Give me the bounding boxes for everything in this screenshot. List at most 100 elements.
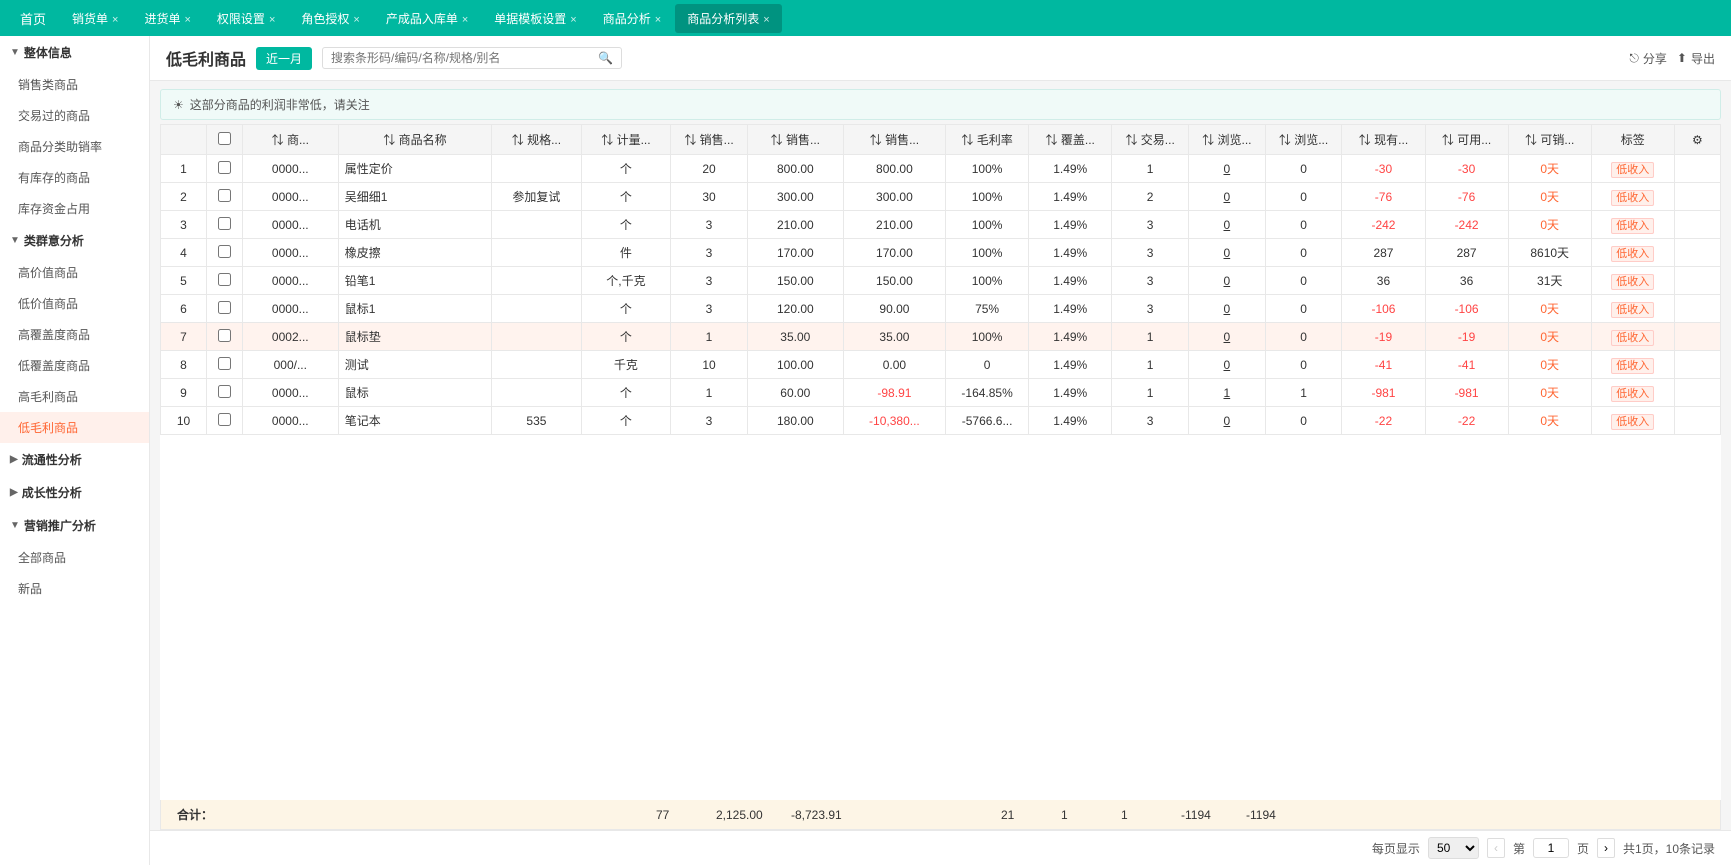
cell-view1[interactable]: 0 [1188, 351, 1265, 379]
cell-stock1: -242 [1342, 211, 1425, 239]
sidebar-item-low-margin[interactable]: 低毛利商品 [0, 412, 149, 443]
search-input[interactable] [331, 51, 598, 65]
share-button[interactable]: ⎋ 分享 [1629, 50, 1667, 67]
cell-actions [1674, 211, 1720, 239]
sort-icon: ⇅ [961, 133, 973, 147]
sidebar-item-new-products[interactable]: 新品 [0, 573, 149, 604]
cell-view1[interactable]: 0 [1188, 211, 1265, 239]
row-checkbox[interactable] [218, 161, 231, 174]
nav-purchase-order[interactable]: 进货单× [132, 4, 202, 33]
cell-coverage: 1.49% [1029, 267, 1112, 295]
cell-check[interactable] [207, 183, 243, 211]
cell-view1[interactable]: 1 [1188, 379, 1265, 407]
nav-home[interactable]: 首页 [8, 3, 58, 34]
footer-total-label: 合计： [177, 806, 257, 823]
row-checkbox[interactable] [218, 413, 231, 426]
nav-product-analysis-list[interactable]: 商品分析列表× [675, 4, 781, 33]
sidebar-group-liquidity[interactable]: ▶ 流通性分析 [0, 443, 149, 476]
footer-sales-qty: 77 [656, 808, 716, 822]
cell-view1[interactable]: 0 [1188, 295, 1265, 323]
cell-sales-price: 120.00 [747, 295, 843, 323]
page-size-select[interactable]: 50 100 200 [1428, 837, 1479, 859]
cell-check[interactable] [207, 155, 243, 183]
row-checkbox[interactable] [218, 329, 231, 342]
cell-actions [1674, 295, 1720, 323]
col-header-view2: ⇅ 浏览... [1265, 125, 1342, 155]
chevron-right-icon: ▶ [10, 454, 18, 465]
row-checkbox[interactable] [218, 357, 231, 370]
nav-product-storage[interactable]: 产成品入库单× [374, 4, 480, 33]
cell-check[interactable] [207, 323, 243, 351]
sidebar-group-cluster[interactable]: ▼ 类群意分析 [0, 224, 149, 257]
cell-name: 测试 [338, 351, 491, 379]
cell-unit: 个 [581, 155, 671, 183]
sidebar-item-all-products[interactable]: 全部商品 [0, 542, 149, 573]
sidebar-item-high-coverage[interactable]: 高覆盖度商品 [0, 319, 149, 350]
cell-check[interactable] [207, 239, 243, 267]
notice-icon: ☀ [173, 98, 184, 112]
cell-unit: 个,千克 [581, 267, 671, 295]
nav-product-analysis[interactable]: 商品分析× [591, 4, 673, 33]
next-page-button[interactable]: › [1597, 838, 1615, 858]
sidebar-group-marketing[interactable]: ▼ 营销推广分析 [0, 509, 149, 542]
cell-check[interactable] [207, 267, 243, 295]
cell-view1[interactable]: 0 [1188, 323, 1265, 351]
search-icon[interactable]: 🔍 [598, 51, 613, 65]
sidebar-item-in-stock[interactable]: 有库存的商品 [0, 162, 149, 193]
cell-check[interactable] [207, 211, 243, 239]
col-header-settings[interactable]: ⚙ [1674, 125, 1720, 155]
time-filter-button[interactable]: 近一月 [256, 47, 312, 70]
cell-num: 7 [161, 323, 207, 351]
prev-page-button[interactable]: ‹ [1487, 838, 1505, 858]
cell-check[interactable] [207, 379, 243, 407]
sidebar-item-sales-products[interactable]: 销售类商品 [0, 69, 149, 100]
cell-check[interactable] [207, 407, 243, 435]
export-button[interactable]: ⬆ 导出 [1677, 50, 1715, 67]
select-all-checkbox[interactable] [218, 132, 231, 145]
cell-sales-profit: -98.91 [843, 379, 945, 407]
cell-unit: 个 [581, 379, 671, 407]
row-checkbox[interactable] [218, 217, 231, 230]
page-header: 低毛利商品 近一月 🔍 ⎋ 分享 ⬆ 导出 [150, 36, 1731, 81]
sidebar-item-high-margin[interactable]: 高毛利商品 [0, 381, 149, 412]
cell-gross-rate: 0 [946, 351, 1029, 379]
cell-check[interactable] [207, 295, 243, 323]
sidebar-group-growth[interactable]: ▶ 成长性分析 [0, 476, 149, 509]
sidebar-item-category-rate[interactable]: 商品分类助销率 [0, 131, 149, 162]
sidebar-item-traded-products[interactable]: 交易过的商品 [0, 100, 149, 131]
row-checkbox[interactable] [218, 385, 231, 398]
cell-check[interactable] [207, 351, 243, 379]
cell-stock1: 287 [1342, 239, 1425, 267]
sidebar-group-overall[interactable]: ▼ 整体信息 [0, 36, 149, 69]
nav-sales-order[interactable]: 销货单× [60, 4, 130, 33]
row-checkbox[interactable] [218, 273, 231, 286]
chevron-down-icon: ▼ [10, 235, 20, 246]
cell-actions [1674, 183, 1720, 211]
cell-tag: 低收入 [1591, 295, 1674, 323]
sidebar-item-low-value[interactable]: 低价值商品 [0, 288, 149, 319]
row-checkbox[interactable] [218, 189, 231, 202]
cell-view1[interactable]: 0 [1188, 183, 1265, 211]
cell-gross-rate: 100% [946, 267, 1029, 295]
nav-role-auth[interactable]: 角色授权× [289, 4, 371, 33]
nav-permission-settings[interactable]: 权限设置× [205, 4, 287, 33]
cell-stock2: -22 [1425, 407, 1508, 435]
data-table-wrapper[interactable]: ⇅ 商... ⇅ 商品名称 ⇅ 规格... ⇅ 计量... ⇅ 销售... [160, 124, 1721, 800]
page-number-input[interactable] [1533, 838, 1569, 858]
sidebar-item-low-coverage[interactable]: 低覆盖度商品 [0, 350, 149, 381]
cell-view1[interactable]: 0 [1188, 407, 1265, 435]
cell-view1[interactable]: 0 [1188, 267, 1265, 295]
row-checkbox[interactable] [218, 245, 231, 258]
sidebar-item-high-value[interactable]: 高价值商品 [0, 257, 149, 288]
cell-code: 0000... [242, 183, 338, 211]
cell-name: 鼠标垫 [338, 323, 491, 351]
cell-view1[interactable]: 0 [1188, 155, 1265, 183]
nav-template-settings[interactable]: 单据模板设置× [482, 4, 588, 33]
row-checkbox[interactable] [218, 301, 231, 314]
cell-view1[interactable]: 0 [1188, 239, 1265, 267]
col-header-check[interactable] [207, 125, 243, 155]
sidebar-item-stock-funds[interactable]: 库存资金占用 [0, 193, 149, 224]
cell-sales-profit: 0.00 [843, 351, 945, 379]
cell-sales-profit: 150.00 [843, 267, 945, 295]
cell-tag: 低收入 [1591, 407, 1674, 435]
